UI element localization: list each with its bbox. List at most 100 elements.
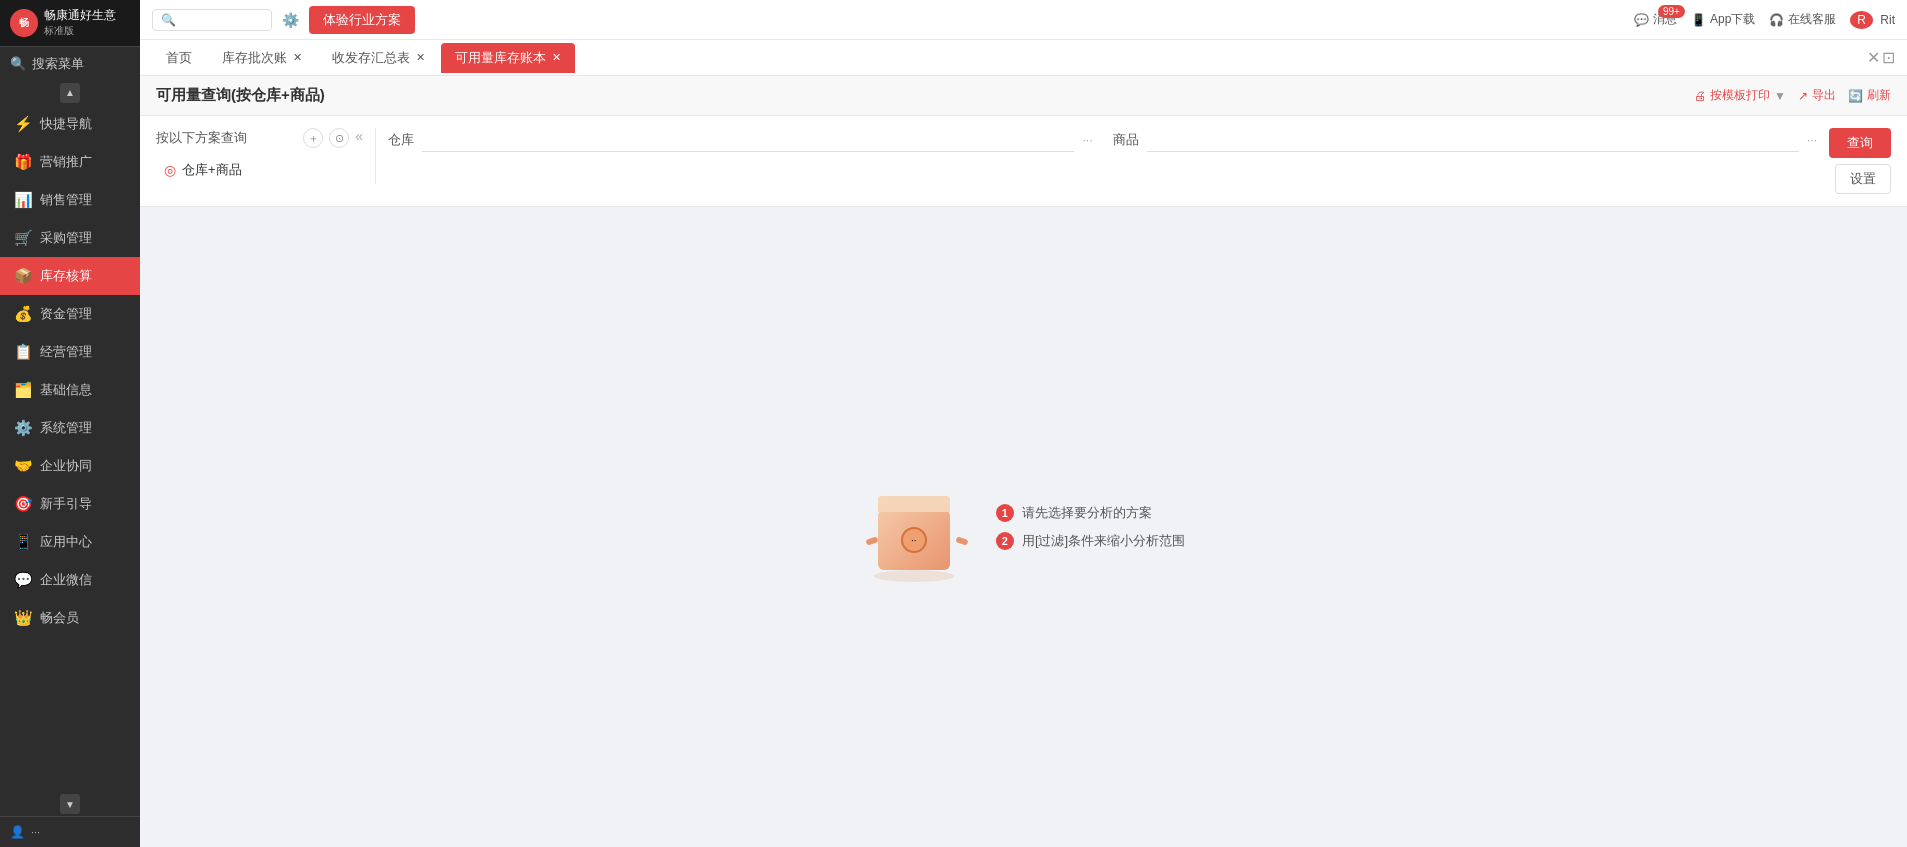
sidebar-item-inventory[interactable]: 📦 库存核算 [0,257,140,295]
hint-num-2: 2 [996,532,1014,550]
sidebar-item-enterprise[interactable]: 🤝 企业协同 [0,447,140,485]
product-more-btn[interactable]: ··· [1807,133,1817,147]
sidebar-search[interactable]: 🔍 搜索菜单 [0,47,140,81]
sidebar-item-finance[interactable]: 💰 资金管理 [0,295,140,333]
scheme-actions: ＋ ⊙ « [303,128,363,148]
app-subtitle: 标准版 [44,24,116,38]
user-menu[interactable]: R Rit [1850,13,1895,27]
tab-bar: 首页 库存批次账 ✕ 收发存汇总表 ✕ 可用量库存账本 ✕ ✕ ⊡ [140,40,1907,76]
close-all-tabs-btn[interactable]: ✕ [1867,48,1880,67]
tab-available-close[interactable]: ✕ [552,51,561,64]
message-icon: 💬 [1634,13,1649,27]
manage-scheme-btn[interactable]: ⊙ [329,128,349,148]
newuser-icon: 🎯 [14,495,32,513]
empty-hints: 1 请先选择要分析的方案 2 用[过滤]条件来缩小分析范围 [996,504,1185,550]
print-btn[interactable]: 🖨 按模板打印 ▼ [1694,87,1786,104]
tab-summary-label: 收发存汇总表 [332,49,410,67]
sidebar-user-name: ··· [31,826,40,838]
sidebar-item-member[interactable]: 👑 畅会员 [0,599,140,637]
app-title: 畅康通好生意 [44,8,116,24]
topbar: 🔍 ⚙️ 体验行业方案 💬 消息 99+ 📱 App下载 🎧 在线客服 R Ri… [140,0,1907,40]
app-download-btn[interactable]: 📱 App下载 [1691,11,1755,28]
sidebar-item-label: 应用中心 [40,533,92,551]
sidebar-item-appstore[interactable]: 📱 应用中心 [0,523,140,561]
page-header-actions: 🖨 按模板打印 ▼ ↗ 导出 🔄 刷新 [1694,87,1891,104]
scheme-label: 按以下方案查询 [156,129,247,147]
message-btn[interactable]: 💬 消息 99+ [1634,11,1677,28]
member-icon: 👑 [14,609,32,627]
sidebar-search-label: 搜索菜单 [32,55,84,73]
appstore-icon: 📱 [14,533,32,551]
settings-gear-icon[interactable]: ⚙️ [282,12,299,28]
box-arm-right [955,536,968,546]
sidebar-item-label: 资金管理 [40,305,92,323]
warehouse-more-btn[interactable]: ··· [1082,133,1092,147]
sidebar-item-purchase[interactable]: 🛒 采购管理 [0,219,140,257]
sidebar-item-operations[interactable]: 📋 经营管理 [0,333,140,371]
sidebar-item-label: 库存核算 [40,267,92,285]
tab-summary[interactable]: 收发存汇总表 ✕ [318,43,439,73]
topbar-search-box[interactable]: 🔍 [152,9,272,31]
warehouse-field: 仓库 ··· [388,128,1093,152]
scroll-down-btn[interactable]: ▼ [60,794,80,814]
sidebar-item-system[interactable]: ⚙️ 系统管理 [0,409,140,447]
sidebar-bottom[interactable]: 👤 ··· [0,816,140,847]
sidebar-item-newuser[interactable]: 🎯 新手引导 [0,485,140,523]
tab-home[interactable]: 首页 [152,43,206,73]
hint-num-1: 1 [996,504,1014,522]
product-input[interactable] [1147,128,1799,152]
page-title: 可用量查询(按仓库+商品) [156,86,325,105]
print-dropdown-icon[interactable]: ▼ [1774,89,1786,103]
face-eyes: ·· [911,535,917,546]
tab-batch-close[interactable]: ✕ [293,51,302,64]
tab-batch[interactable]: 库存批次账 ✕ [208,43,316,73]
enterprise-icon: 🤝 [14,457,32,475]
product-field: 商品 ··· [1113,128,1818,152]
export-icon: ↗ [1798,89,1808,103]
sidebar-item-label: 企业协同 [40,457,92,475]
setting-btn[interactable]: 设置 [1835,164,1891,194]
content-area: 可用量查询(按仓库+商品) 🖨 按模板打印 ▼ ↗ 导出 🔄 刷新 [140,76,1907,847]
export-btn[interactable]: ↗ 导出 [1798,87,1836,104]
warehouse-input[interactable] [422,128,1074,152]
app-logo: 畅 [10,9,38,37]
sidebar-item-quick[interactable]: ⚡ 快捷导航 [0,105,140,143]
add-scheme-btn[interactable]: ＋ [303,128,323,148]
expand-tabs-btn[interactable]: ⊡ [1882,48,1895,67]
sidebar-item-label: 企业微信 [40,571,92,589]
sidebar-item-wechat[interactable]: 💬 企业微信 [0,561,140,599]
query-btn[interactable]: 查询 [1829,128,1891,158]
query-action-btns: 查询 设置 [1829,128,1891,194]
inventory-icon: 📦 [14,267,32,285]
warehouse-label: 仓库 [388,131,414,149]
sidebar-item-label: 快捷导航 [40,115,92,133]
main-area: 🔍 ⚙️ 体验行业方案 💬 消息 99+ 📱 App下载 🎧 在线客服 R Ri… [140,0,1907,847]
sidebar-item-basic[interactable]: 🗂️ 基础信息 [0,371,140,409]
tab-summary-close[interactable]: ✕ [416,51,425,64]
scheme-item-label: 仓库+商品 [182,161,242,179]
sidebar-item-label: 采购管理 [40,229,92,247]
export-label: 导出 [1812,87,1836,104]
page-header: 可用量查询(按仓库+商品) 🖨 按模板打印 ▼ ↗ 导出 🔄 刷新 [140,76,1907,116]
trial-btn[interactable]: 体验行业方案 [309,6,415,34]
tab-home-label: 首页 [166,49,192,67]
scroll-up-btn[interactable]: ▲ [60,83,80,103]
sidebar-item-label: 基础信息 [40,381,92,399]
scheme-item-warehouse-product[interactable]: ◎ 仓库+商品 [156,156,363,184]
user-name: Rit [1880,13,1895,27]
app-download-label: App下载 [1710,11,1755,28]
hint-text-2: 用[过滤]条件来缩小分析范围 [1022,532,1185,550]
online-service-btn[interactable]: 🎧 在线客服 [1769,11,1836,28]
tab-available[interactable]: 可用量库存账本 ✕ [441,43,575,73]
empty-illustration: ·· [862,472,972,582]
system-icon: ⚙️ [14,419,32,437]
refresh-btn[interactable]: 🔄 刷新 [1848,87,1891,104]
sidebar-item-marketing[interactable]: 🎁 营销推广 [0,143,140,181]
box-arm-left [865,536,878,546]
sidebar-item-sales[interactable]: 📊 销售管理 [0,181,140,219]
sidebar-item-label: 畅会员 [40,609,79,627]
user-avatar-icon: 👤 [10,825,25,839]
collapse-scheme-btn[interactable]: « [355,128,363,148]
operations-icon: 📋 [14,343,32,361]
print-icon: 🖨 [1694,89,1706,103]
